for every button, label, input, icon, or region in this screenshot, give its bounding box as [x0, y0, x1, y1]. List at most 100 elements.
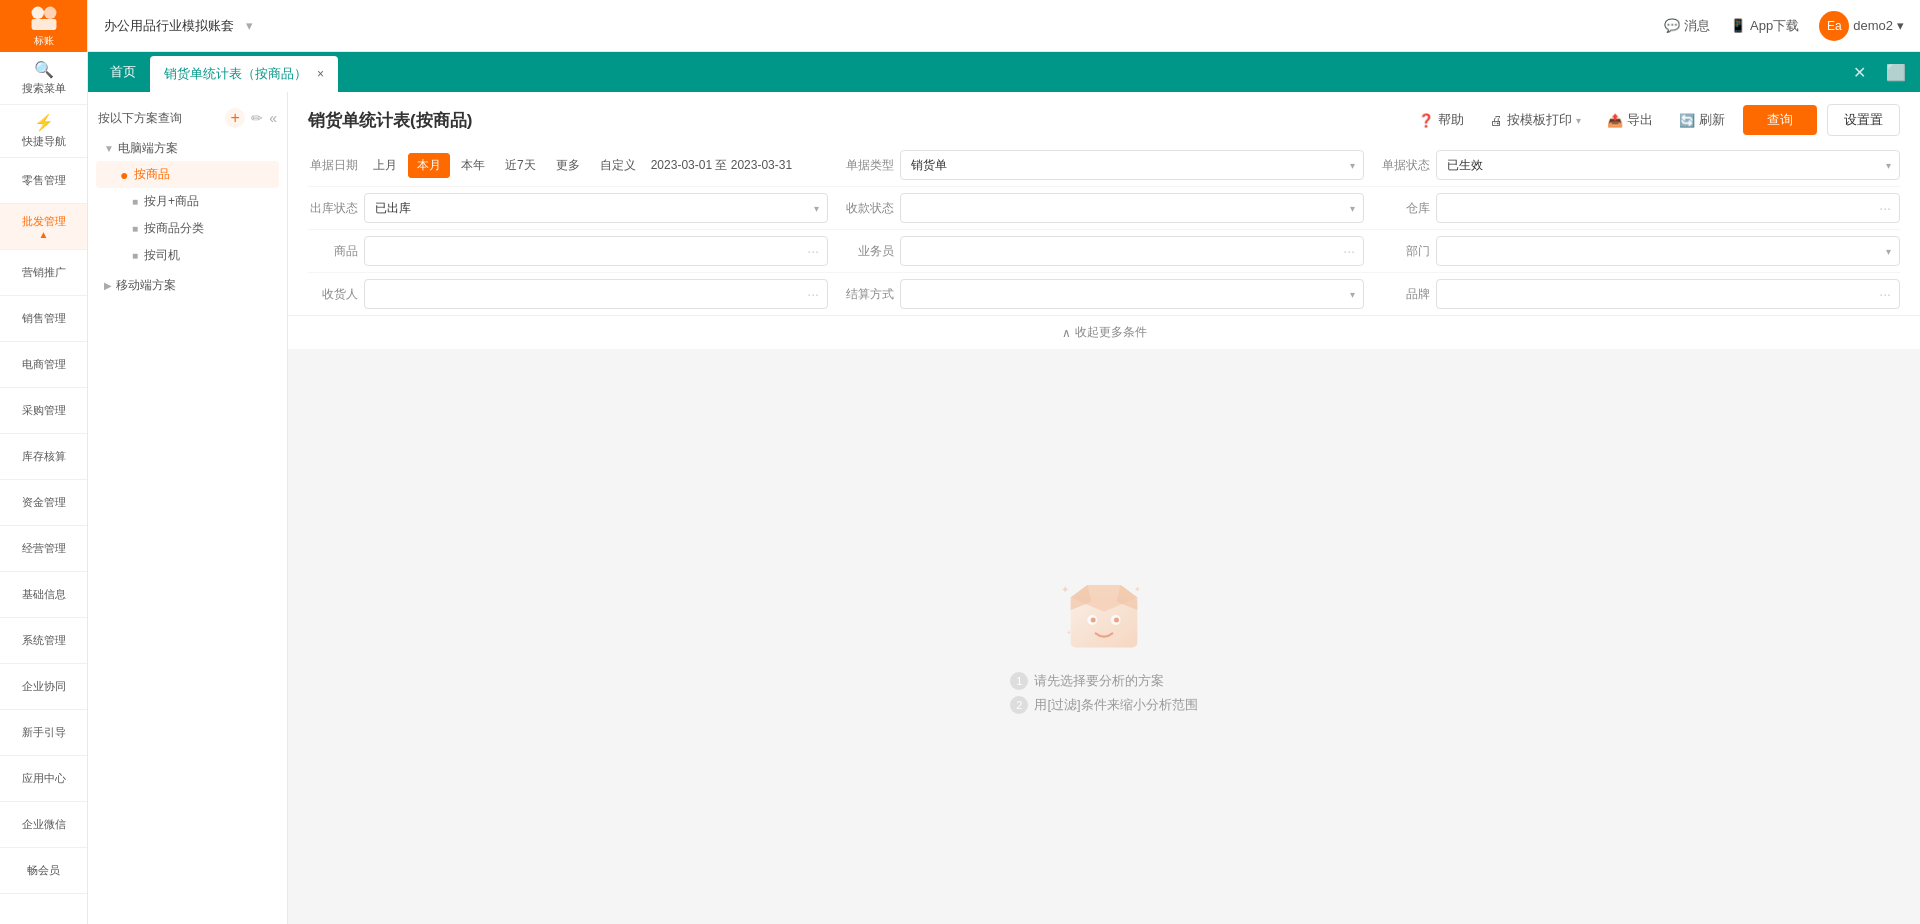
- mobile-section-header[interactable]: ▶ 移动端方案: [96, 273, 279, 298]
- mobile-section-arrow: ▶: [104, 280, 112, 291]
- print-btn[interactable]: 🖨 按模板打印 ▾: [1482, 107, 1589, 133]
- tab-close-all-btn[interactable]: ✕: [1847, 61, 1872, 84]
- panel-item-by-cashier[interactable]: ■ 按司机: [96, 242, 279, 269]
- user-menu[interactable]: Ea demo2 ▾: [1819, 11, 1904, 41]
- content-area: 按以下方案查询 + ✏ « ▼ 电脑端方案 ●: [88, 92, 1920, 924]
- export-btn[interactable]: 📤 导出: [1599, 107, 1661, 133]
- date-btn-this-year[interactable]: 本年: [452, 153, 494, 178]
- collapse-btn[interactable]: ∧ 收起更多条件: [288, 315, 1920, 349]
- sidebar-item-finance[interactable]: 资金管理: [0, 480, 87, 526]
- header-right: 💬 消息 📱 App下载 Ea demo2 ▾: [1664, 11, 1904, 41]
- payment-status-value: ▾: [900, 193, 1364, 223]
- doc-status-dropdown[interactable]: 已生效 ▾: [1436, 150, 1900, 180]
- left-panel: 按以下方案查询 + ✏ « ▼ 电脑端方案 ●: [88, 92, 288, 924]
- sidebar-item-retail[interactable]: 零售管理: [0, 158, 87, 204]
- sidebar-item-purchase[interactable]: 采购管理: [0, 388, 87, 434]
- salesperson-field[interactable]: ···: [900, 236, 1364, 266]
- sidebar-item-wholesale[interactable]: 批发管理 ▲: [0, 204, 87, 250]
- header-dropdown-icon[interactable]: ▾: [246, 18, 253, 33]
- message-icon: 💬: [1664, 18, 1680, 33]
- date-btn-this-month[interactable]: 本月: [408, 153, 450, 178]
- date-btn-more[interactable]: 更多: [547, 153, 589, 178]
- panel-item-by-category[interactable]: ■ 按商品分类: [96, 215, 279, 242]
- date-range-text: 2023-03-01 至 2023-03-31: [651, 157, 792, 174]
- sidebar-item-quick[interactable]: ⚡ 快捷导航: [0, 105, 87, 158]
- date-btn-custom[interactable]: 自定义: [591, 153, 645, 178]
- filter-row-4: 收货人 ··· 结算方式: [308, 273, 1900, 315]
- sidebar-item-wechat[interactable]: 企业微信: [0, 802, 87, 848]
- stock-status-dropdown[interactable]: 已出库 ▾: [364, 193, 828, 223]
- payment-status-cell: 收款状态 ▾: [844, 193, 1364, 223]
- warehouse-label: 仓库: [1380, 200, 1430, 217]
- panel-item-by-month-product[interactable]: ■ 按月+商品: [96, 188, 279, 215]
- doc-type-dropdown[interactable]: 销货单 ▾: [900, 150, 1364, 180]
- sidebar-item-marketing[interactable]: 营销推广: [0, 250, 87, 296]
- receiver-label: 收货人: [308, 286, 358, 303]
- dept-caret: ▾: [1886, 246, 1891, 257]
- sidebar-item-corp[interactable]: 企业协同: [0, 664, 87, 710]
- salesperson-cell: 业务员 ···: [844, 236, 1364, 266]
- panel-item-by-product[interactable]: ● 按商品: [96, 161, 279, 188]
- refresh-btn[interactable]: 🔄 刷新: [1671, 107, 1733, 133]
- sidebar-item-system[interactable]: 系统管理: [0, 618, 87, 664]
- brand-field[interactable]: ···: [1436, 279, 1900, 309]
- settlement-caret: ▾: [1350, 289, 1355, 300]
- print-dropdown-icon: ▾: [1576, 115, 1581, 126]
- receiver-field[interactable]: ···: [364, 279, 828, 309]
- sidebar-item-ecommerce[interactable]: 电商管理: [0, 342, 87, 388]
- settlement-label: 结算方式: [844, 286, 894, 303]
- tab-close-icon[interactable]: ×: [317, 67, 324, 81]
- logo[interactable]: 标账: [0, 0, 87, 52]
- message-btn[interactable]: 💬 消息: [1664, 17, 1710, 35]
- sidebar-item-member[interactable]: 畅会员: [0, 848, 87, 894]
- app-download-btn[interactable]: 📱 App下载: [1730, 17, 1799, 35]
- department-label: 部门: [1380, 243, 1430, 260]
- desktop-section-header[interactable]: ▼ 电脑端方案: [96, 136, 279, 161]
- svg-point-7: [1114, 617, 1119, 622]
- edit-scheme-btn[interactable]: ✏: [251, 110, 263, 126]
- mobile-section: ▶ 移动端方案: [88, 271, 287, 300]
- settings-btn[interactable]: 设置置: [1827, 104, 1900, 136]
- warehouse-dots: ···: [1879, 200, 1891, 216]
- query-btn[interactable]: 查询: [1743, 105, 1817, 135]
- svg-point-0: [31, 6, 43, 18]
- warehouse-field[interactable]: ···: [1436, 193, 1900, 223]
- tab-restore-btn[interactable]: ⬜: [1880, 61, 1912, 84]
- salesperson-label: 业务员: [844, 243, 894, 260]
- refresh-icon: 🔄: [1679, 113, 1695, 128]
- date-label: 单据日期: [308, 157, 358, 174]
- doc-status-label: 单据状态: [1380, 157, 1430, 174]
- sidebar-item-basic[interactable]: 基础信息: [0, 572, 87, 618]
- sidebar-item-appstore[interactable]: 应用中心: [0, 756, 87, 802]
- product-field[interactable]: ···: [364, 236, 828, 266]
- receiver-value: ···: [364, 279, 828, 309]
- desktop-section-items: ● 按商品 ■ 按月+商品 ■ 按商品分类 ■: [96, 161, 279, 269]
- panel-sections: ▼ 电脑端方案 ● 按商品 ■ 按月+商品 ■: [88, 132, 287, 302]
- sidebar-item-search[interactable]: 🔍 搜索菜单: [0, 52, 87, 105]
- add-scheme-btn[interactable]: +: [225, 108, 245, 128]
- settlement-dropdown[interactable]: ▾: [900, 279, 1364, 309]
- date-btn-7days[interactable]: 近7天: [496, 153, 545, 178]
- stock-status-cell: 出库状态 已出库 ▾: [308, 193, 828, 223]
- sidebar-item-newbie[interactable]: 新手引导: [0, 710, 87, 756]
- collapse-panel-btn[interactable]: «: [269, 110, 277, 126]
- filter-row-1: 单据日期 上月 本月 本年 近7天 更多 自定义 2023-03-01 至 20…: [308, 144, 1900, 187]
- sidebar-item-sales[interactable]: 销售管理: [0, 296, 87, 342]
- tab-bar: 首页 销货单统计表（按商品） × ✕ ⬜: [88, 52, 1920, 92]
- date-filter-controls: 上月 本月 本年 近7天 更多 自定义 2023-03-01 至 2023-03…: [364, 153, 828, 178]
- payment-status-dropdown[interactable]: ▾: [900, 193, 1364, 223]
- empty-tip-2: 2 用[过滤]条件来缩小分析范围: [1010, 696, 1197, 714]
- print-icon: 🖨: [1490, 113, 1503, 128]
- brand-label: 品牌: [1380, 286, 1430, 303]
- tab-home[interactable]: 首页: [96, 52, 150, 92]
- sidebar-item-operation[interactable]: 经营管理: [0, 526, 87, 572]
- date-filter-cell: 单据日期 上月 本月 本年 近7天 更多 自定义 2023-03-01 至 20…: [308, 150, 828, 180]
- help-btn[interactable]: ❓ 帮助: [1410, 107, 1472, 133]
- department-dropdown[interactable]: ▾: [1436, 236, 1900, 266]
- sidebar-item-inventory[interactable]: 库存核算: [0, 434, 87, 480]
- date-btn-last-month[interactable]: 上月: [364, 153, 406, 178]
- avatar: Ea: [1819, 11, 1849, 41]
- empty-illustration: ✦ ✦ ✦: [1054, 560, 1154, 660]
- tab-report[interactable]: 销货单统计表（按商品） ×: [150, 56, 338, 92]
- svg-text:✦: ✦: [1134, 583, 1141, 593]
